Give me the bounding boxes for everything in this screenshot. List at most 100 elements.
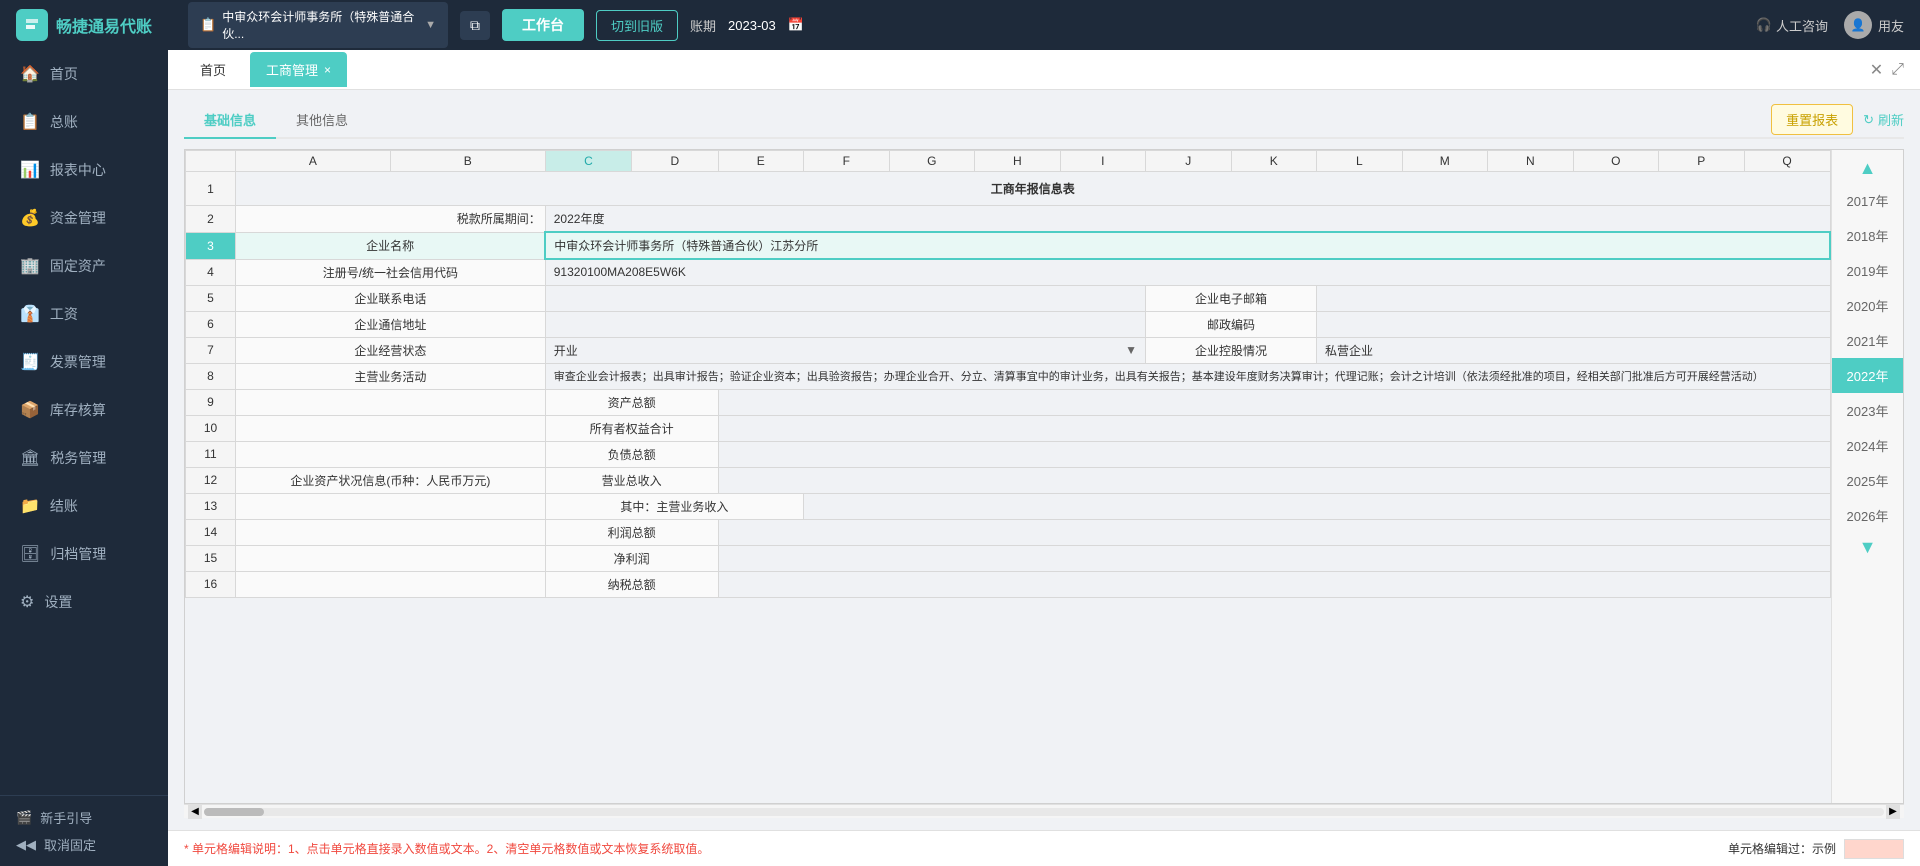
sidebar-label-archive: 归档管理 — [50, 544, 106, 564]
tab-bar-right: ✕ ⤢ — [1870, 60, 1904, 80]
sidebar-item-guide[interactable]: 🎬 新手引导 — [16, 808, 152, 827]
table-row: 6 企业通信地址 邮政编码 — [186, 311, 1831, 337]
cell-phone-value[interactable] — [545, 285, 1145, 311]
year-item-2022[interactable]: 2022年 — [1832, 358, 1903, 393]
sub-tab-basic[interactable]: 基础信息 — [184, 102, 276, 139]
guide-icon: 🎬 — [16, 810, 32, 826]
company-name: 中审众环会计师事务所（特殊普通合伙... — [222, 8, 419, 42]
archive-icon: 🗄 — [20, 544, 40, 564]
sidebar-label-salary: 工资 — [50, 304, 78, 324]
tab-close-icon[interactable]: × — [324, 63, 331, 77]
avatar: 👤 — [1844, 11, 1872, 39]
workbench-button[interactable]: 工作台 — [502, 9, 584, 41]
cell-total-revenue-value[interactable] — [718, 467, 1830, 493]
cell-profit-group — [236, 519, 546, 545]
sidebar-item-inventory[interactable]: 📦 库存核算 — [0, 386, 168, 434]
app-name: 畅捷通易代账 — [56, 13, 152, 37]
page-inner: 基础信息 其他信息 重置报表 ↻ 刷新 — [168, 90, 1920, 830]
year-item-2019[interactable]: 2019年 — [1832, 253, 1903, 288]
cell-net-profit-value[interactable] — [718, 545, 1830, 571]
sidebar-item-invoice[interactable]: 🧾 发票管理 — [0, 338, 168, 386]
sidebar-item-ledger[interactable]: 📋 总账 — [0, 98, 168, 146]
sidebar-item-reports[interactable]: 📊 报表中心 — [0, 146, 168, 194]
cell-postcode-value[interactable] — [1317, 311, 1830, 337]
tab-home[interactable]: 首页 — [184, 52, 242, 87]
ledger-icon: 📋 — [20, 112, 40, 132]
cell-main-rev-value[interactable] — [804, 493, 1830, 519]
year-item-2026[interactable]: 2026年 — [1832, 498, 1903, 533]
invoice-icon: 🧾 — [20, 352, 40, 372]
horizontal-scrollbar[interactable]: ◀ ▶ — [184, 804, 1904, 818]
sidebar-item-tax[interactable]: 🏛 税务管理 — [0, 434, 168, 482]
year-panel: ▲ 2017年 2018年 2019年 2020年 2021年 2022年 20… — [1831, 150, 1903, 803]
cell-net-profit-group — [236, 545, 546, 571]
bottom-bar: * 单元格编辑说明：1、点击单元格直接录入数值或文本。2、清空单元格数值或文本恢… — [168, 830, 1920, 866]
sidebar: 🏠 首页 📋 总账 📊 报表中心 💰 资金管理 🏢 固定资产 👔 工资 — [0, 50, 168, 866]
cell-biz-status-value[interactable]: 开业 ▼ — [545, 337, 1145, 363]
col-L: L — [1317, 151, 1403, 172]
col-C: C — [545, 151, 631, 172]
sidebar-item-salary[interactable]: 👔 工资 — [0, 290, 168, 338]
col-E: E — [718, 151, 804, 172]
row-num-9: 9 — [186, 389, 236, 415]
reset-report-button[interactable]: 重置报表 — [1771, 104, 1853, 135]
window-expand-button[interactable]: ⤢ — [1891, 60, 1904, 80]
sidebar-item-archive[interactable]: 🗄 归档管理 — [0, 530, 168, 578]
tab-active[interactable]: 工商管理 × — [250, 52, 347, 87]
cell-total-debt-value[interactable] — [718, 441, 1830, 467]
cell-main-biz-value[interactable]: 审查企业会计报表；出具审计报告；验证企业资本；出具验资报告；办理企业合开、分立、… — [545, 363, 1830, 389]
year-item-2017[interactable]: 2017年 — [1832, 183, 1903, 218]
cell-regcode-value[interactable]: 91320100MA208E5W6K — [545, 259, 1830, 285]
col-B: B — [390, 151, 545, 172]
sidebar-item-settlement[interactable]: 📁 结账 — [0, 482, 168, 530]
window-close-button[interactable]: ✕ — [1870, 60, 1883, 80]
cell-address-value[interactable] — [545, 311, 1145, 337]
user-info[interactable]: 👤 用友 — [1844, 11, 1904, 39]
sub-tab-other[interactable]: 其他信息 — [276, 102, 368, 139]
sidebar-item-home[interactable]: 🏠 首页 — [0, 50, 168, 98]
col-M: M — [1402, 151, 1488, 172]
cell-total-profit-value[interactable] — [718, 519, 1830, 545]
scroll-right-icon[interactable]: ▶ — [1886, 805, 1900, 819]
company-selector[interactable]: 📋 中审众环会计师事务所（特殊普通合伙... ▼ — [188, 2, 448, 48]
copy-icon-btn[interactable]: ⧉ — [460, 11, 490, 40]
old-version-button[interactable]: 切到旧版 — [596, 10, 678, 41]
table-scroll-area[interactable]: A B C D E F G H I J K L — [185, 150, 1831, 803]
year-item-2023[interactable]: 2023年 — [1832, 393, 1903, 428]
year-panel-up[interactable]: ▲ — [1832, 154, 1903, 183]
year-item-2025[interactable]: 2025年 — [1832, 463, 1903, 498]
year-panel-down[interactable]: ▼ — [1832, 533, 1903, 562]
cell-total-assets-value[interactable] — [718, 389, 1830, 415]
cell-ownership-value[interactable]: 私营企业 — [1317, 337, 1830, 363]
period-value: 2023-03 — [728, 18, 776, 33]
year-item-2018[interactable]: 2018年 — [1832, 218, 1903, 253]
table-row: 14 利润总额 — [186, 519, 1831, 545]
sheet-title-cell[interactable]: 工商年报信息表 — [236, 172, 1831, 206]
table-row: 13 其中：主营业务收入 — [186, 493, 1831, 519]
cell-total-assets-label: 资产总额 — [545, 389, 718, 415]
guide-label: 新手引导 — [40, 808, 92, 827]
sidebar-item-settings[interactable]: ⚙ 设置 — [0, 578, 168, 626]
sidebar-item-unpin[interactable]: ◀◀ 取消固定 — [16, 835, 152, 854]
cell-company-value[interactable]: 中审众环会计师事务所（特殊普通合伙）江苏分所 — [545, 232, 1830, 259]
scroll-track[interactable] — [204, 808, 1884, 816]
year-item-2020[interactable]: 2020年 — [1832, 288, 1903, 323]
sidebar-item-assets[interactable]: 🏢 固定资产 — [0, 242, 168, 290]
col-K: K — [1231, 151, 1317, 172]
col-Q: Q — [1744, 151, 1830, 172]
scroll-thumb[interactable] — [204, 808, 264, 816]
cell-total-equity-value[interactable] — [718, 415, 1830, 441]
sample-cell — [1844, 839, 1904, 859]
support-button[interactable]: 🎧 人工咨询 — [1756, 16, 1828, 35]
scroll-left-icon[interactable]: ◀ — [188, 805, 202, 819]
sidebar-label-inventory: 库存核算 — [50, 400, 106, 420]
cell-email-value[interactable] — [1317, 285, 1830, 311]
refresh-button[interactable]: ↻ 刷新 — [1863, 104, 1904, 135]
year-item-2021[interactable]: 2021年 — [1832, 323, 1903, 358]
sidebar-item-finance[interactable]: 💰 资金管理 — [0, 194, 168, 242]
calendar-icon[interactable]: 📅 — [788, 17, 804, 33]
col-H: H — [975, 151, 1061, 172]
cell-period-value[interactable]: 2022年度 — [545, 206, 1830, 233]
year-item-2024[interactable]: 2024年 — [1832, 428, 1903, 463]
cell-total-tax-value[interactable] — [718, 571, 1830, 597]
